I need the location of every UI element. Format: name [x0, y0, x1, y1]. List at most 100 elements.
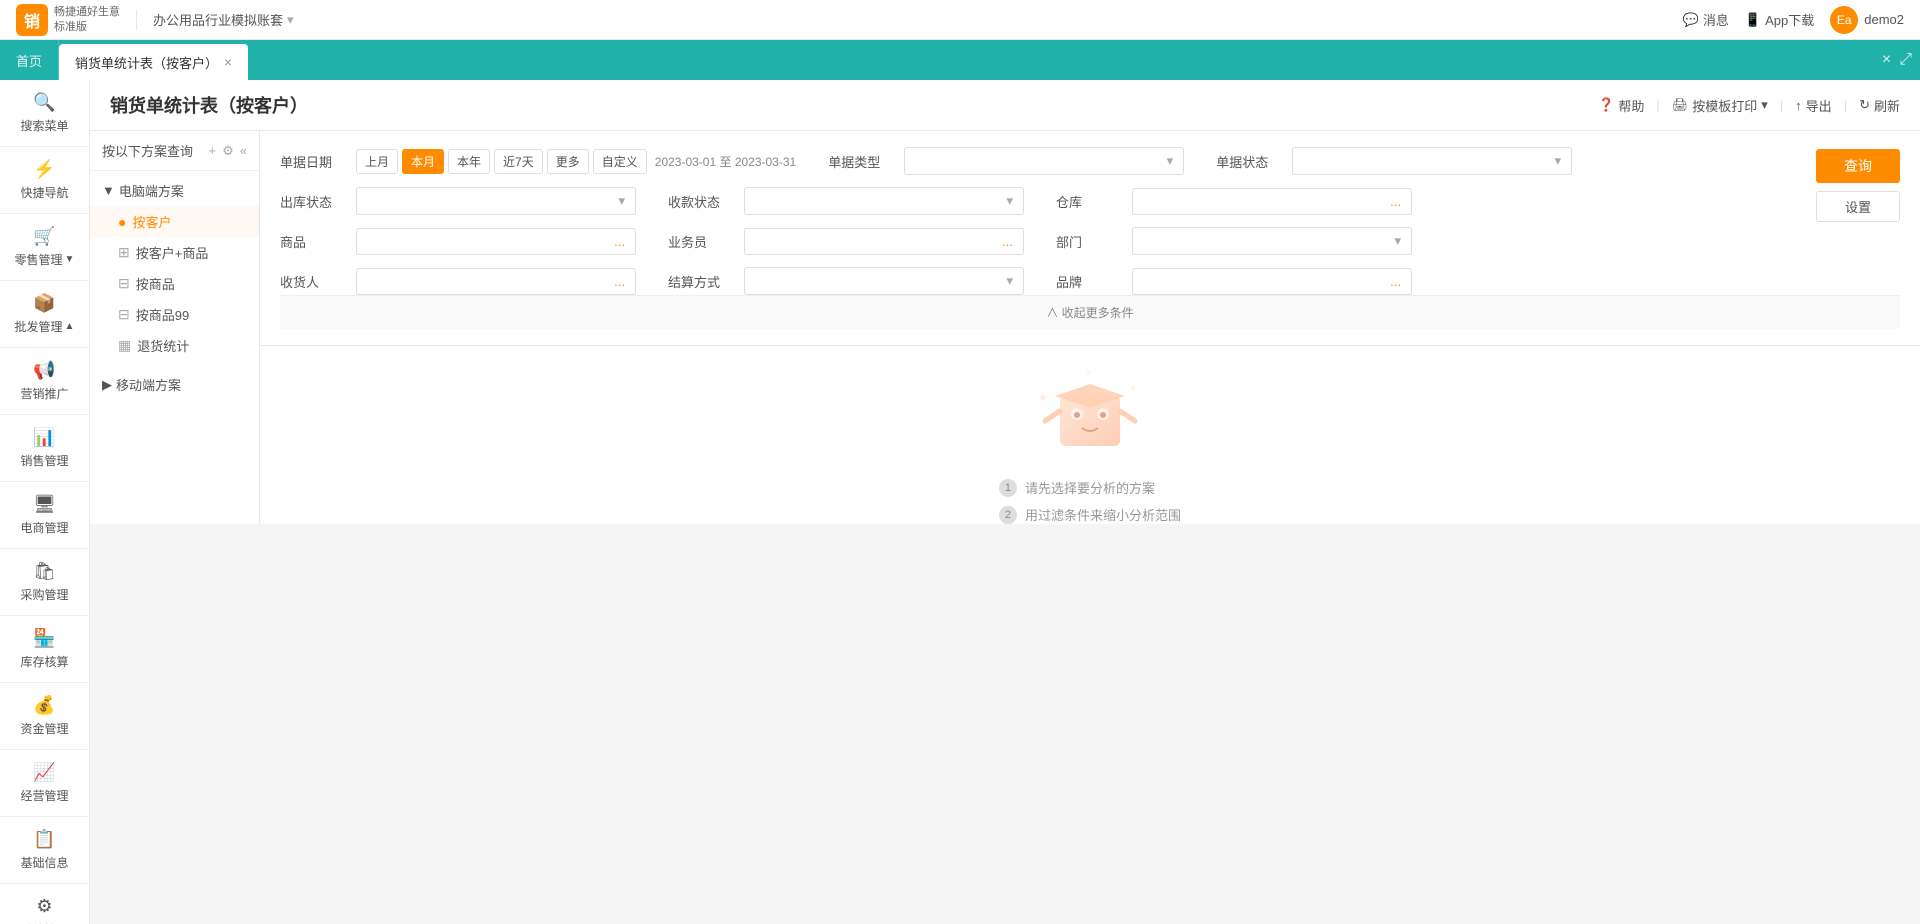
empty-tip-2: 2 用过滤条件来缩小分析范围: [999, 505, 1181, 524]
filter-row-3: 商品 ... 业务员 ... 部门: [280, 227, 1800, 255]
scheme-item-product99[interactable]: ⊟ 按商品99: [90, 299, 259, 330]
scheme-item-product[interactable]: ⊟ 按商品: [90, 268, 259, 299]
query-btn[interactable]: 查询: [1816, 149, 1900, 183]
svg-text:★: ★: [1130, 384, 1137, 393]
collapse-icon: ∧: [1046, 306, 1058, 320]
collapse-btn[interactable]: ∧ 收起更多条件: [280, 295, 1900, 329]
product-ellipsis[interactable]: ...: [614, 234, 625, 249]
scheme-panel: 按以下方案查询 + ⚙ « ▼ 电脑端方案 ● 按客户: [90, 131, 260, 524]
page-header: 销货单统计表（按客户） ❓ 帮助 | 🖨 按模板打印 ▾ | ↑ 导出 |: [90, 80, 1920, 131]
payment-select[interactable]: ▾: [744, 187, 1024, 215]
recipient-input[interactable]: ...: [356, 268, 636, 295]
sidebar-item-wholesale[interactable]: 📦 批发管理 ▲: [0, 281, 89, 348]
message-icon: 💬: [1683, 12, 1699, 28]
tabbar-maximize-btn[interactable]: ⤢: [1899, 51, 1912, 69]
tab-close-btn[interactable]: ×: [224, 54, 232, 70]
middle-layout: 按以下方案查询 + ⚙ « ▼ 电脑端方案 ● 按客户: [90, 131, 1920, 524]
date-btn-custom[interactable]: 自定义: [593, 149, 647, 174]
scheme-add-btn[interactable]: +: [209, 143, 217, 159]
date-btn-thismonth[interactable]: 本月: [402, 149, 444, 174]
scheme-pc-group-title[interactable]: ▼ 电脑端方案: [90, 175, 259, 206]
scheme-item-customer[interactable]: ● 按客户: [90, 206, 259, 237]
date-btn-7days[interactable]: 近7天: [494, 149, 543, 174]
sidebar-item-ecommerce[interactable]: 🖥 电商管理: [0, 482, 89, 549]
warehouse-ellipsis[interactable]: ...: [1390, 194, 1401, 209]
download-label: App下载: [1765, 10, 1814, 29]
department-select[interactable]: ▾: [1132, 227, 1412, 255]
refresh-icon: ↻: [1859, 97, 1870, 113]
export-icon: ↑: [1795, 98, 1802, 113]
sidebar-item-quicknav[interactable]: ⚡ 快捷导航: [0, 147, 89, 214]
download-btn[interactable]: 📱 App下载: [1745, 10, 1814, 29]
print-label: 按模板打印: [1692, 96, 1757, 115]
user-area[interactable]: Ea demo2: [1830, 6, 1904, 34]
scheme-collapse-btn[interactable]: «: [240, 143, 247, 159]
warehouse-input[interactable]: ...: [1132, 188, 1412, 215]
setting-btn[interactable]: 设置: [1816, 191, 1900, 222]
sidebar-basic-label: 基础信息: [20, 854, 68, 871]
salesperson-input[interactable]: ...: [744, 228, 1024, 255]
product-icon: ⊟: [118, 275, 130, 292]
tab-home[interactable]: 首页: [0, 40, 59, 80]
retail-icon: 🛒: [33, 226, 55, 247]
scheme-header-title: 按以下方案查询: [102, 141, 193, 160]
empty-tip-1: 1 请先选择要分析的方案: [999, 478, 1181, 497]
scheme-item-customer-product[interactable]: ⊞ 按客户+商品: [90, 237, 259, 268]
filter-action-btns: 查询 设置: [1816, 147, 1900, 295]
sidebar-item-inventory[interactable]: 🏪 库存核算: [0, 616, 89, 683]
delivery-label: 出库状态: [280, 192, 340, 211]
divider3: |: [1844, 98, 1847, 113]
sidebar-item-operations[interactable]: 📈 经营管理: [0, 750, 89, 817]
sidebar-item-basic[interactable]: 📋 基础信息: [0, 817, 89, 884]
sidebar-finance-label: 资金管理: [20, 720, 68, 737]
sidebar-item-finance[interactable]: 💰 资金管理: [0, 683, 89, 750]
brand-input[interactable]: ...: [1132, 268, 1412, 295]
scheme-item-customer-label: 按客户: [132, 212, 171, 231]
retail-arrow-icon: ▼: [65, 254, 75, 265]
date-btn-thisyear[interactable]: 本年: [448, 149, 490, 174]
sidebar-item-system[interactable]: ⚙ 系统管理: [0, 884, 89, 924]
scheme-item-returns[interactable]: ▦ 退货统计: [90, 330, 259, 361]
order-status-select[interactable]: ▾: [1292, 147, 1572, 175]
sales-icon: 📊: [33, 427, 55, 448]
tabbar-close-btn[interactable]: ×: [1882, 51, 1891, 69]
print-btn[interactable]: 🖨 按模板打印 ▾: [1672, 96, 1768, 115]
tab-active[interactable]: 销货单统计表（按客户） ×: [59, 44, 248, 80]
scheme-item-product-label: 按商品: [136, 274, 175, 293]
export-btn[interactable]: ↑ 导出: [1795, 96, 1832, 115]
scheme-settings-btn[interactable]: ⚙: [222, 143, 234, 159]
industry-selector[interactable]: 办公用品行业模拟账套 ▾: [153, 10, 294, 29]
refresh-btn[interactable]: ↻ 刷新: [1859, 96, 1900, 115]
wholesale-icon: 📦: [33, 293, 55, 314]
salesperson-ellipsis[interactable]: ...: [1002, 234, 1013, 249]
product-input[interactable]: ...: [356, 228, 636, 255]
help-btn[interactable]: ❓ 帮助: [1598, 96, 1644, 115]
recipient-ellipsis[interactable]: ...: [614, 274, 625, 289]
sidebar-purchase-label: 采购管理: [20, 586, 68, 603]
order-type-select[interactable]: ▾: [904, 147, 1184, 175]
scheme-item-returns-label: 退货统计: [137, 336, 189, 355]
date-group: 上月 本月 本年 近7天 更多 自定义 2023-03-01 至 2023-03…: [356, 149, 796, 174]
date-btn-more[interactable]: 更多: [547, 149, 589, 174]
print-dropdown-icon: ▾: [1761, 97, 1768, 113]
order-type-label: 单据类型: [828, 152, 888, 171]
brand-ellipsis[interactable]: ...: [1390, 274, 1401, 289]
sidebar-item-retail[interactable]: 🛒 零售管理 ▼: [0, 214, 89, 281]
date-btn-lastmonth[interactable]: 上月: [356, 149, 398, 174]
delivery-select[interactable]: ▾: [356, 187, 636, 215]
print-icon: 🖨: [1672, 97, 1689, 113]
sidebar-item-search[interactable]: 🔍 搜索菜单: [0, 80, 89, 147]
sidebar-item-sales[interactable]: 📊 销售管理: [0, 415, 89, 482]
sidebar-inventory-label: 库存核算: [20, 653, 68, 670]
settlement-select[interactable]: ▾: [744, 267, 1024, 295]
search-icon: 🔍: [33, 92, 55, 113]
message-btn[interactable]: 💬 消息: [1683, 10, 1729, 29]
sidebar-item-purchase[interactable]: 🛍 采购管理: [0, 549, 89, 616]
divider: [136, 10, 137, 30]
help-icon: ❓: [1598, 97, 1614, 113]
page-actions: ❓ 帮助 | 🖨 按模板打印 ▾ | ↑ 导出 | ↻ 刷新: [1598, 96, 1900, 115]
sidebar-item-marketing[interactable]: 📢 营销推广: [0, 348, 89, 415]
sidebar-search-label: 搜索菜单: [20, 117, 68, 134]
product-label: 商品: [280, 232, 340, 251]
scheme-mobile-group-title[interactable]: ▶ 移动端方案: [90, 369, 259, 400]
